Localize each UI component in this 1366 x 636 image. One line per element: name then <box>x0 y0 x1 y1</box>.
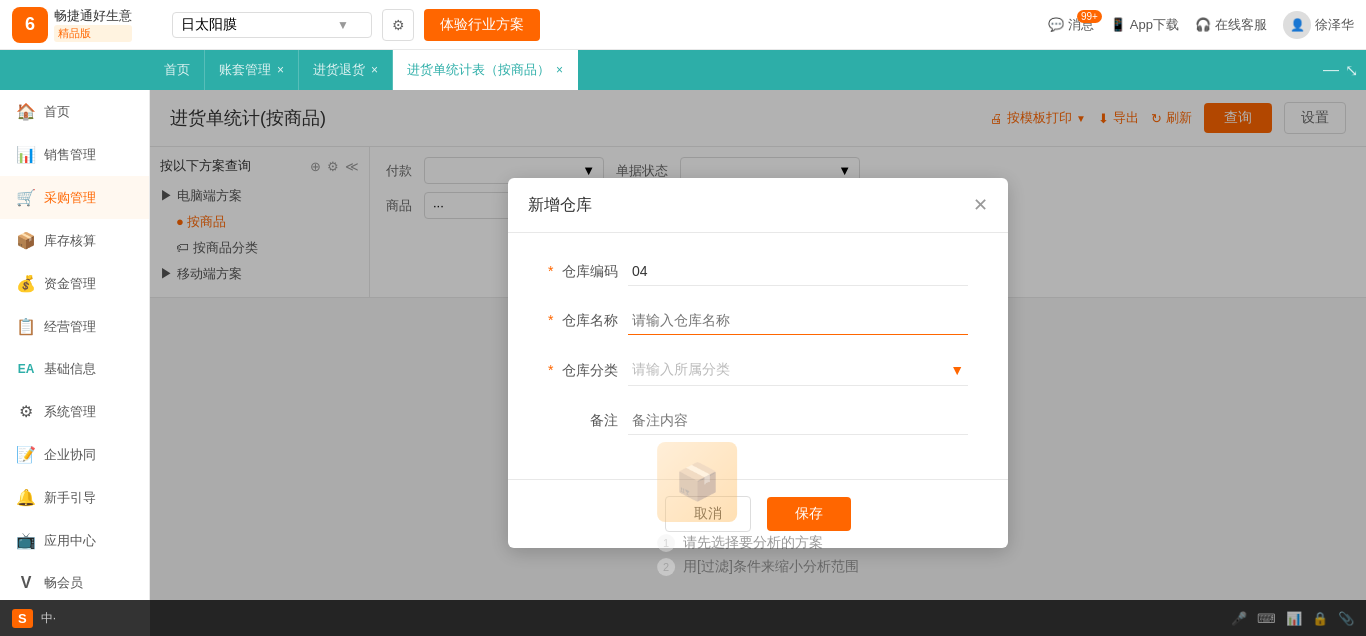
tab-bar: 首页 账套管理 × 进货退货 × 进货单统计表（按商品） × — ⤡ <box>0 50 1366 90</box>
tab-account[interactable]: 账套管理 × <box>205 50 299 90</box>
notifications-item[interactable]: 💬 消息 99+ <box>1048 16 1094 34</box>
tab-expand-icon[interactable]: ⤡ <box>1345 61 1358 80</box>
warehouse-category-select[interactable]: 请输入所属分类 ▼ <box>628 355 968 386</box>
sales-icon: 📊 <box>16 145 36 164</box>
form-row-remark: 备注 <box>548 406 968 435</box>
remark-input[interactable] <box>628 406 968 435</box>
tab-minimize-icon[interactable]: — <box>1323 61 1339 79</box>
guide-icon: 🔔 <box>16 488 36 507</box>
notifications-badge: 99+ <box>1077 10 1102 23</box>
sidebar-item-guide[interactable]: 🔔 新手引导 <box>0 476 149 519</box>
basic-info-icon: EA <box>16 362 36 376</box>
content-area: 进货单统计(按商品) 🖨 按模板打印 ▼ ⬇ 导出 ↻ 刷新 查询 设置 <box>150 90 1366 636</box>
search-bar[interactable]: ▼ <box>172 12 372 38</box>
vip-icon: V <box>16 574 36 592</box>
sidebar-item-sales[interactable]: 📊 销售管理 <box>0 133 149 176</box>
sidebar-item-finance[interactable]: 💰 资金管理 <box>0 262 149 305</box>
sidebar-item-basic-info[interactable]: EA 基础信息 <box>0 348 149 390</box>
tab-controls: — ⤡ <box>1323 61 1366 80</box>
main-layout: 🏠 首页 📊 销售管理 🛒 采购管理 📦 库存核算 💰 资金管理 📋 经营管理 … <box>0 90 1366 636</box>
form-row-category: 仓库分类 请输入所属分类 ▼ <box>548 355 968 386</box>
logo-area: 6 畅捷通好生意 精品版 <box>12 7 162 43</box>
warehouse-name-input[interactable] <box>628 306 968 335</box>
inventory-icon: 📦 <box>16 231 36 250</box>
modal-close-button[interactable]: ✕ <box>973 194 988 216</box>
warehouse-name-label: 仓库名称 <box>548 312 628 330</box>
enterprise-icon: 📝 <box>16 445 36 464</box>
try-industry-button[interactable]: 体验行业方案 <box>424 9 540 41</box>
app-download-item[interactable]: 📱 App下载 <box>1110 16 1179 34</box>
operations-icon: 📋 <box>16 317 36 336</box>
sidebar-item-enterprise[interactable]: 📝 企业协同 <box>0 433 149 476</box>
category-chevron-icon: ▼ <box>950 362 964 378</box>
online-service-item[interactable]: 🎧 在线客服 <box>1195 16 1267 34</box>
tab-home[interactable]: 首页 <box>150 50 205 90</box>
remark-label: 备注 <box>548 412 628 430</box>
sidebar-item-operations[interactable]: 📋 经营管理 <box>0 305 149 348</box>
tab-close-purchase-return[interactable]: × <box>371 63 378 77</box>
bottom-text: 中· <box>41 610 56 627</box>
tab-close-account[interactable]: × <box>277 63 284 77</box>
finance-icon: 💰 <box>16 274 36 293</box>
sidebar-item-inventory[interactable]: 📦 库存核算 <box>0 219 149 262</box>
user-item[interactable]: 👤 徐泽华 <box>1283 11 1354 39</box>
sidebar-item-vip[interactable]: V 畅会员 <box>0 562 149 604</box>
top-bar: 6 畅捷通好生意 精品版 ▼ ⚙ 体验行业方案 💬 消息 99+ 📱 App下载… <box>0 0 1366 50</box>
form-row-code: 仓库编码 <box>548 257 968 286</box>
bottom-left: S 中· <box>12 609 56 628</box>
home-icon: 🏠 <box>16 102 36 121</box>
category-placeholder: 请输入所属分类 <box>632 361 730 379</box>
logo-text: 畅捷通好生意 <box>54 7 132 25</box>
empty-step-2: 2 用[过滤]条件来缩小分析范围 <box>657 558 859 576</box>
form-row-name: 仓库名称 <box>548 306 968 335</box>
system-icon: ⚙ <box>16 402 36 421</box>
app-center-icon: 📺 <box>16 531 36 550</box>
headset-icon: 🎧 <box>1195 17 1211 32</box>
logo-icon: 6 <box>12 7 48 43</box>
modal-overlay: 📦 1 请先选择要分析的方案 2 用[过滤]条件来缩小分析范围 新增仓库 ✕ <box>150 90 1366 636</box>
sidebar-item-home[interactable]: 🏠 首页 <box>0 90 149 133</box>
chevron-down-icon: ▼ <box>337 18 349 32</box>
tab-close-purchase-stats[interactable]: × <box>556 63 563 77</box>
purchase-icon: 🛒 <box>16 188 36 207</box>
tab-purchase-stats[interactable]: 进货单统计表（按商品） × <box>393 50 578 90</box>
step-1-num: 1 <box>657 534 675 552</box>
warehouse-code-input[interactable] <box>628 257 968 286</box>
modal-header: 新增仓库 ✕ <box>508 178 1008 233</box>
empty-steps: 1 请先选择要分析的方案 2 用[过滤]条件来缩小分析范围 <box>657 534 859 576</box>
logo-text-area: 畅捷通好生意 精品版 <box>54 7 132 42</box>
empty-step-1: 1 请先选择要分析的方案 <box>657 534 859 552</box>
sidebar-item-purchase[interactable]: 🛒 采购管理 <box>0 176 149 219</box>
sidebar-item-system[interactable]: ⚙ 系统管理 <box>0 390 149 433</box>
tab-purchase-return[interactable]: 进货退货 × <box>299 50 393 90</box>
modal-title: 新增仓库 <box>528 195 592 216</box>
mobile-icon: 📱 <box>1110 17 1126 32</box>
logo-badge: 精品版 <box>54 25 132 42</box>
sidebar-item-app-center[interactable]: 📺 应用中心 <box>0 519 149 562</box>
user-name: 徐泽华 <box>1315 16 1354 34</box>
empty-icon: 📦 <box>657 442 737 522</box>
gear-button[interactable]: ⚙ <box>382 9 414 41</box>
avatar: 👤 <box>1283 11 1311 39</box>
s-logo: S <box>12 609 33 628</box>
top-right-area: 💬 消息 99+ 📱 App下载 🎧 在线客服 👤 徐泽华 <box>1048 11 1354 39</box>
search-input[interactable] <box>181 17 331 33</box>
sidebar: 🏠 首页 📊 销售管理 🛒 采购管理 📦 库存核算 💰 资金管理 📋 经营管理 … <box>0 90 150 636</box>
warehouse-code-label: 仓库编码 <box>548 263 628 281</box>
message-icon: 💬 <box>1048 17 1064 32</box>
step-2-num: 2 <box>657 558 675 576</box>
warehouse-category-label: 仓库分类 <box>548 362 628 380</box>
empty-state: 📦 1 请先选择要分析的方案 2 用[过滤]条件来缩小分析范围 <box>657 442 859 576</box>
